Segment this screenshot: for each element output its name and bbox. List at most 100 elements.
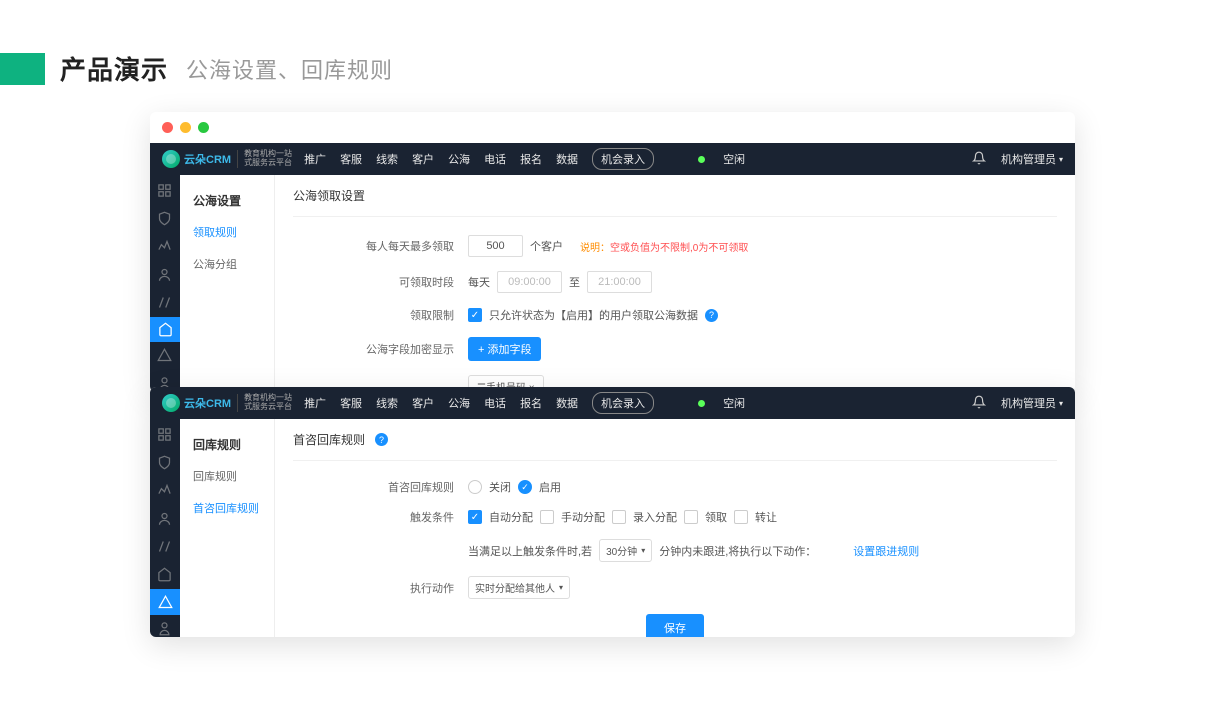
row-encrypt-fields: 公海字段加密显示 + 添加字段	[293, 337, 1057, 361]
dropdown-minutes[interactable]: 30分钟▾	[599, 539, 652, 562]
icon-sidebar	[150, 175, 180, 392]
label-to: 至	[569, 274, 580, 290]
radio-on[interactable]	[518, 480, 532, 494]
nav-baoming[interactable]: 报名	[520, 151, 542, 167]
sidebar-section-title: 回库规则	[180, 429, 274, 460]
label-max-claim: 每人每天最多领取	[293, 238, 468, 254]
sidebar-icon-7[interactable]	[157, 348, 173, 364]
logo-tagline: 教育机构一站式服务云平台	[237, 394, 292, 412]
logo[interactable]: 云朵CRM 教育机构一站式服务云平台	[162, 150, 292, 168]
label-time-range: 可领取时段	[293, 274, 468, 290]
nav-kefu[interactable]: 客服	[340, 151, 362, 167]
nav-dianhua[interactable]: 电话	[484, 395, 506, 411]
row-condition-sentence: 当满足以上触发条件时,若 30分钟▾ 分钟内未跟进,将执行以下动作： 设置跟进规…	[293, 539, 1057, 562]
checkbox-transfer[interactable]	[734, 510, 748, 524]
logo-brand: 云朵CRM	[184, 151, 231, 167]
user-menu[interactable]: 机构管理员▾	[1001, 151, 1063, 167]
status-indicator-icon	[698, 400, 705, 407]
close-icon[interactable]	[162, 122, 173, 133]
dropdown-action[interactable]: 实时分配给其他人▾	[468, 576, 570, 599]
nav-kehu[interactable]: 客户	[412, 151, 434, 167]
sidebar-icon-6-active[interactable]	[150, 317, 180, 342]
nav-kefu[interactable]: 客服	[340, 395, 362, 411]
row-trigger: 触发条件 ✓ 自动分配 手动分配 录入分配 领取 转让	[293, 509, 1057, 525]
slide-title: 产品演示	[60, 50, 168, 87]
logo[interactable]: 云朵CRM 教育机构一站式服务云平台	[162, 394, 292, 412]
label-manual-assign: 手动分配	[561, 509, 605, 525]
slide-subtitle: 公海设置、回库规则	[186, 53, 393, 85]
checkbox-claim[interactable]	[684, 510, 698, 524]
row-action: 执行动作 实时分配给其他人▾	[293, 576, 1057, 599]
input-time-start[interactable]: 09:00:00	[497, 271, 562, 293]
logo-icon	[162, 150, 180, 168]
sidebar-icon-4[interactable]	[157, 267, 173, 283]
sidebar-icon-3[interactable]	[157, 239, 173, 255]
top-nav: 推广 客服 线索 客户 公海 电话 报名 数据 机会录入 空闲	[304, 148, 972, 170]
label-auto-assign: 自动分配	[489, 509, 533, 525]
nav-xiansuo[interactable]: 线索	[376, 395, 398, 411]
sidebar-icon-2[interactable]	[157, 211, 173, 227]
link-set-follow-rule[interactable]: 设置跟进规则	[853, 543, 919, 559]
input-max-claim[interactable]: 500	[468, 235, 523, 257]
add-field-button[interactable]: + 添加字段	[468, 337, 541, 361]
radio-off[interactable]	[468, 480, 482, 494]
save-button[interactable]: 保存	[646, 614, 704, 637]
topbar: 云朵CRM 教育机构一站式服务云平台 推广 客服 线索 客户 公海 电话 报名 …	[150, 143, 1075, 175]
nav-gonghai[interactable]: 公海	[448, 151, 470, 167]
checkbox-manual-assign[interactable]	[540, 510, 554, 524]
sidebar-icon-2[interactable]	[157, 455, 173, 471]
input-time-end[interactable]: 21:00:00	[587, 271, 652, 293]
bell-icon[interactable]	[972, 151, 986, 168]
sidebar-icon-1[interactable]	[157, 183, 173, 199]
minimize-icon[interactable]	[180, 122, 191, 133]
row-claim-limit: 领取限制 ✓ 只允许状态为【启用】的用户领取公海数据 ?	[293, 307, 1057, 323]
sidebar-icon-6[interactable]	[157, 567, 173, 583]
nav-kehu[interactable]: 客户	[412, 395, 434, 411]
sidebar-item-shouzi-huiku[interactable]: 首咨回库规则	[180, 492, 274, 524]
sidebar-icon-1[interactable]	[157, 427, 173, 443]
nav-tuiguang[interactable]: 推广	[304, 395, 326, 411]
label-transfer: 转让	[755, 509, 777, 525]
checkbox-enabled-only[interactable]: ✓	[468, 308, 482, 322]
nav-gonghai[interactable]: 公海	[448, 395, 470, 411]
nav-tuiguang[interactable]: 推广	[304, 151, 326, 167]
user-menu[interactable]: 机构管理员▾	[1001, 395, 1063, 411]
sidebar-icon-3[interactable]	[157, 483, 173, 499]
bell-icon[interactable]	[972, 395, 986, 412]
label-claim: 领取	[705, 509, 727, 525]
status-text: 空闲	[723, 151, 745, 167]
help-icon[interactable]: ?	[705, 309, 718, 322]
content-panel: 首咨回库规则 ? 首咨回库规则 关闭 启用 触发条件 ✓	[275, 419, 1075, 637]
text-enabled-only: 只允许状态为【启用】的用户领取公海数据	[489, 307, 698, 323]
nav-shuju[interactable]: 数据	[556, 151, 578, 167]
sidebar-icon-5[interactable]	[157, 539, 173, 555]
window-controls	[150, 112, 1075, 143]
nav-jihui-luru[interactable]: 机会录入	[592, 392, 654, 414]
label-encrypt-fields: 公海字段加密显示	[293, 341, 468, 357]
sidebar-icon-8[interactable]	[157, 621, 173, 637]
nav-dianhua[interactable]: 电话	[484, 151, 506, 167]
sidebar-icon-5[interactable]	[157, 295, 173, 311]
logo-brand: 云朵CRM	[184, 395, 231, 411]
checkbox-auto-assign[interactable]: ✓	[468, 510, 482, 524]
nav-jihui-luru[interactable]: 机会录入	[592, 148, 654, 170]
row-time-range: 可领取时段 每天 09:00:00 至 21:00:00	[293, 271, 1057, 293]
sidebar-item-gonghai-fenzu[interactable]: 公海分组	[180, 248, 274, 280]
logo-icon	[162, 394, 180, 412]
sidebar-item-lingqu-guize[interactable]: 领取规则	[180, 216, 274, 248]
sidebar-icon-7-active[interactable]	[150, 589, 180, 615]
sub-sidebar: 回库规则 回库规则 首咨回库规则	[180, 419, 275, 637]
row-rule-enable: 首咨回库规则 关闭 启用	[293, 479, 1057, 495]
top-nav: 推广 客服 线索 客户 公海 电话 报名 数据 机会录入 空闲	[304, 392, 972, 414]
label-on: 启用	[539, 479, 561, 495]
maximize-icon[interactable]	[198, 122, 209, 133]
label-rule-enable: 首咨回库规则	[293, 479, 468, 495]
checkbox-input-assign[interactable]	[612, 510, 626, 524]
label-trigger: 触发条件	[293, 509, 468, 525]
help-icon[interactable]: ?	[375, 433, 388, 446]
sidebar-icon-4[interactable]	[157, 511, 173, 527]
sidebar-item-huiku-guize[interactable]: 回库规则	[180, 460, 274, 492]
nav-baoming[interactable]: 报名	[520, 395, 542, 411]
nav-shuju[interactable]: 数据	[556, 395, 578, 411]
nav-xiansuo[interactable]: 线索	[376, 151, 398, 167]
